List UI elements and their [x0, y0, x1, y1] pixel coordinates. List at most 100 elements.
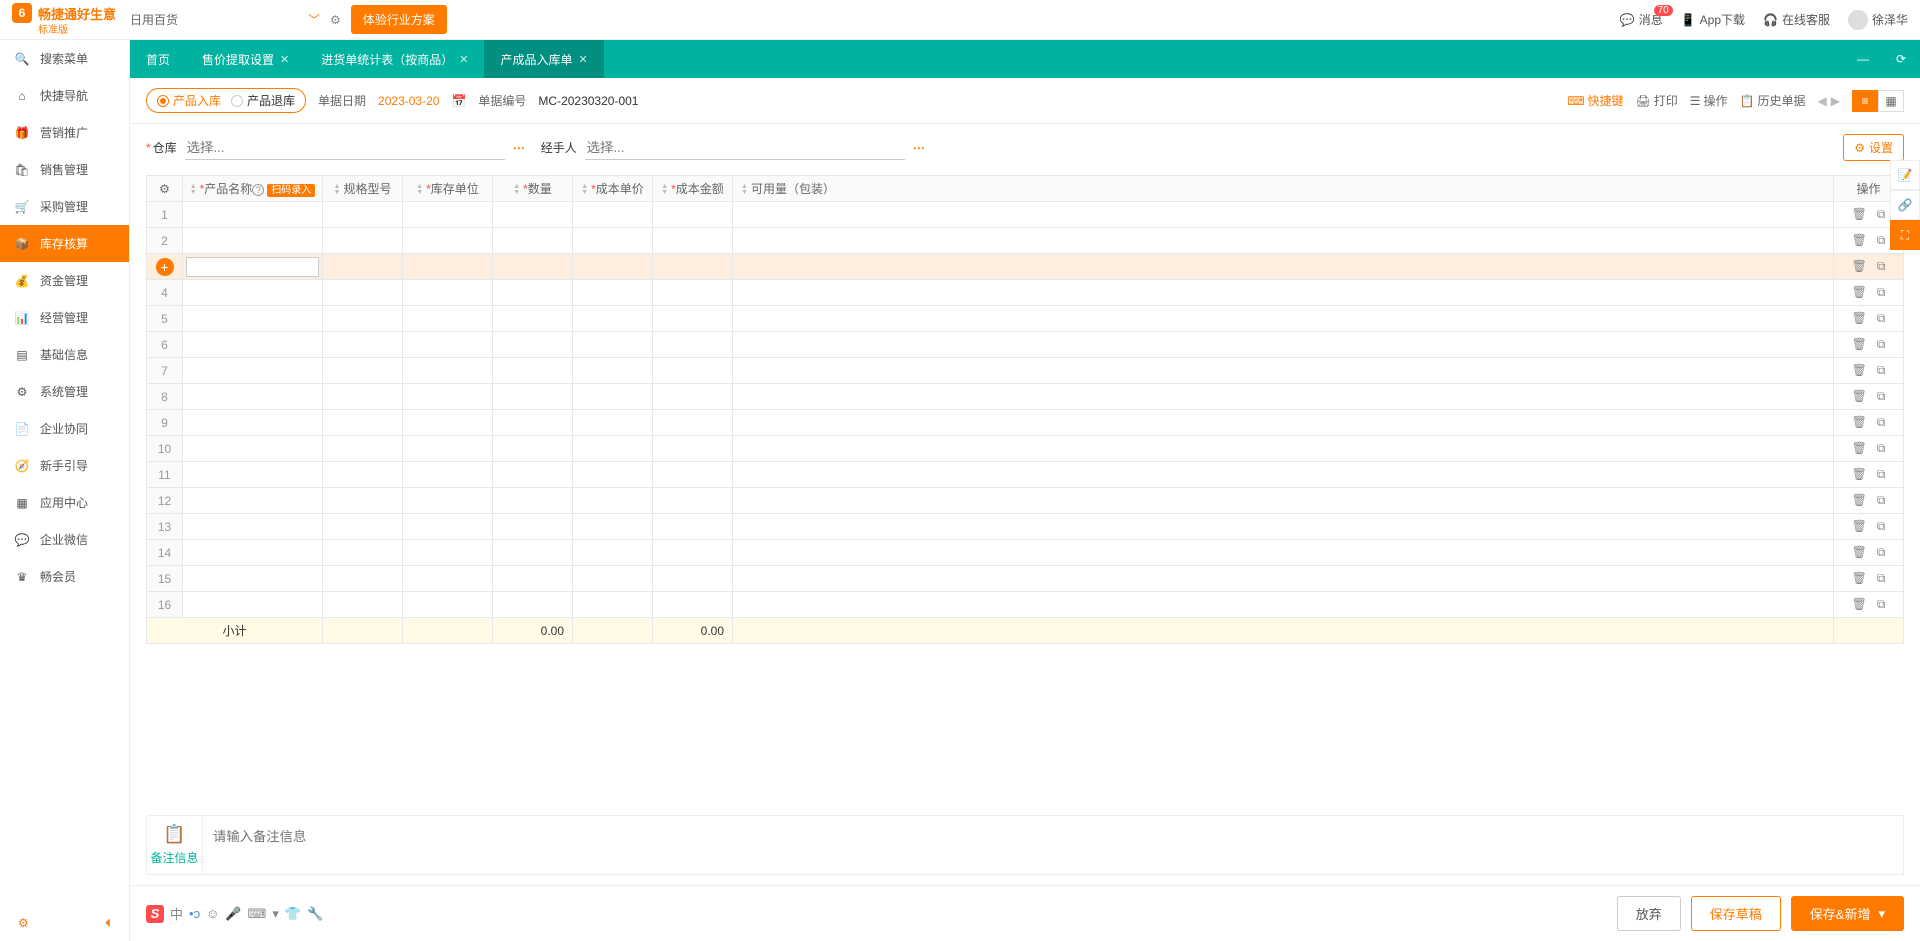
cell-unit[interactable]: [403, 566, 493, 592]
cell-unit[interactable]: [403, 436, 493, 462]
cell-qty[interactable]: [493, 488, 573, 514]
cell-unit[interactable]: [403, 228, 493, 254]
prev-icon[interactable]: ◀: [1818, 94, 1827, 108]
cell-unit[interactable]: [403, 462, 493, 488]
table-row[interactable]: 13🗑⧉: [147, 514, 1904, 540]
ime-mic-icon[interactable]: 🎤: [225, 906, 241, 922]
ime-icon[interactable]: S: [146, 905, 164, 923]
table-row[interactable]: 6🗑⧉: [147, 332, 1904, 358]
cell-qty[interactable]: [493, 514, 573, 540]
table-row[interactable]: 11🗑⧉: [147, 462, 1904, 488]
cell-qty[interactable]: [493, 462, 573, 488]
cell-spec[interactable]: [323, 488, 403, 514]
cell-price[interactable]: [573, 228, 653, 254]
copy-icon[interactable]: ⧉: [1877, 571, 1886, 586]
cell-amount[interactable]: [653, 514, 733, 540]
shortcut-link[interactable]: ⌨ 快捷键: [1567, 92, 1623, 109]
delete-icon[interactable]: 🗑: [1852, 285, 1867, 300]
draft-button[interactable]: 保存草稿: [1691, 896, 1781, 931]
cell-amount[interactable]: [653, 436, 733, 462]
cell-qty[interactable]: [493, 540, 573, 566]
cell-product[interactable]: [183, 410, 323, 436]
cell-product[interactable]: [183, 280, 323, 306]
product-input[interactable]: [186, 257, 318, 277]
copy-icon[interactable]: ⧉: [1877, 259, 1886, 274]
copy-icon[interactable]: ⧉: [1877, 415, 1886, 430]
cell-unit[interactable]: [403, 488, 493, 514]
messages-link[interactable]: 💬 消息 70: [1620, 11, 1663, 28]
table-row[interactable]: 9🗑⧉: [147, 410, 1904, 436]
table-row[interactable]: 4🗑⧉: [147, 280, 1904, 306]
cell-available[interactable]: [733, 228, 1834, 254]
copy-icon[interactable]: ⧉: [1877, 337, 1886, 352]
sidebar-item-finance[interactable]: 💰资金管理: [0, 262, 129, 299]
cell-amount[interactable]: [653, 592, 733, 618]
user-menu[interactable]: 徐泽华: [1848, 10, 1908, 30]
cell-amount[interactable]: [653, 384, 733, 410]
more-icon[interactable]: ⋯: [913, 141, 927, 155]
close-icon[interactable]: ✕: [579, 53, 588, 66]
table-row[interactable]: 12🗑⧉: [147, 488, 1904, 514]
cell-product[interactable]: [183, 228, 323, 254]
cell-product[interactable]: [183, 566, 323, 592]
cell-unit[interactable]: [403, 306, 493, 332]
cell-unit[interactable]: [403, 332, 493, 358]
cell-unit[interactable]: [403, 540, 493, 566]
cell-qty[interactable]: [493, 384, 573, 410]
cell-price[interactable]: [573, 306, 653, 332]
copy-icon[interactable]: ⧉: [1877, 389, 1886, 404]
tab-product-in[interactable]: 产成品入库单✕: [484, 40, 603, 78]
sidebar-item-newbie[interactable]: 🧭新手引导: [0, 447, 129, 484]
discard-button[interactable]: 放弃: [1617, 896, 1681, 931]
cell-available[interactable]: [733, 592, 1834, 618]
cell-spec[interactable]: [323, 566, 403, 592]
save-new-button[interactable]: 保存&新增▾: [1791, 896, 1904, 931]
cell-available[interactable]: [733, 462, 1834, 488]
delete-icon[interactable]: 🗑: [1852, 519, 1867, 534]
ime-lang[interactable]: 中: [170, 904, 183, 923]
cell-unit[interactable]: [403, 384, 493, 410]
sidebar-item-collab[interactable]: 📄企业协同: [0, 410, 129, 447]
delete-icon[interactable]: 🗑: [1852, 337, 1867, 352]
delete-icon[interactable]: 🗑: [1852, 311, 1867, 326]
sidebar-item-business[interactable]: 📊经营管理: [0, 299, 129, 336]
ime-down-icon[interactable]: ▾: [272, 906, 279, 922]
sidebar-item-wechat[interactable]: 💬企业微信: [0, 521, 129, 558]
rtool-expand[interactable]: ⛶: [1890, 220, 1920, 250]
cell-amount[interactable]: [653, 202, 733, 228]
cell-spec[interactable]: [323, 436, 403, 462]
cell-amount[interactable]: [653, 358, 733, 384]
view-list[interactable]: ≡: [1852, 90, 1878, 112]
gear-icon[interactable]: ⚙: [330, 13, 341, 27]
ime-dot[interactable]: •ɔ: [189, 906, 200, 921]
cell-product[interactable]: [183, 488, 323, 514]
delete-icon[interactable]: 🗑: [1852, 415, 1867, 430]
copy-icon[interactable]: ⧉: [1877, 519, 1886, 534]
ime-smile-icon[interactable]: ☺: [206, 906, 219, 921]
table-row[interactable]: 8🗑⧉: [147, 384, 1904, 410]
cell-amount[interactable]: [653, 566, 733, 592]
cell-spec[interactable]: [323, 592, 403, 618]
radio-in[interactable]: 产品入库: [157, 92, 221, 109]
next-icon[interactable]: ▶: [1831, 94, 1840, 108]
cell-product[interactable]: [183, 436, 323, 462]
cell-amount[interactable]: [653, 540, 733, 566]
cell-amount[interactable]: [653, 228, 733, 254]
cell-available[interactable]: [733, 410, 1834, 436]
cell-spec[interactable]: [323, 228, 403, 254]
cell-price[interactable]: [573, 436, 653, 462]
delete-icon[interactable]: 🗑: [1852, 363, 1867, 378]
cell-amount[interactable]: [653, 306, 733, 332]
cell-spec[interactable]: [323, 202, 403, 228]
delete-icon[interactable]: 🗑: [1852, 207, 1867, 222]
sidebar-item-basic[interactable]: ▤基础信息: [0, 336, 129, 373]
cell-amount[interactable]: [653, 280, 733, 306]
tabbar-minimize[interactable]: —: [1844, 40, 1882, 78]
table-row[interactable]: 7🗑⧉: [147, 358, 1904, 384]
cell-spec[interactable]: [323, 306, 403, 332]
settings-icon[interactable]: ⚙: [18, 916, 29, 931]
col-spec[interactable]: ▲▼规格型号: [323, 176, 403, 202]
cell-available[interactable]: [733, 306, 1834, 332]
date-value[interactable]: 2023-03-20: [378, 94, 439, 108]
sidebar-item-quicknav[interactable]: ⌂快捷导航: [0, 77, 129, 114]
